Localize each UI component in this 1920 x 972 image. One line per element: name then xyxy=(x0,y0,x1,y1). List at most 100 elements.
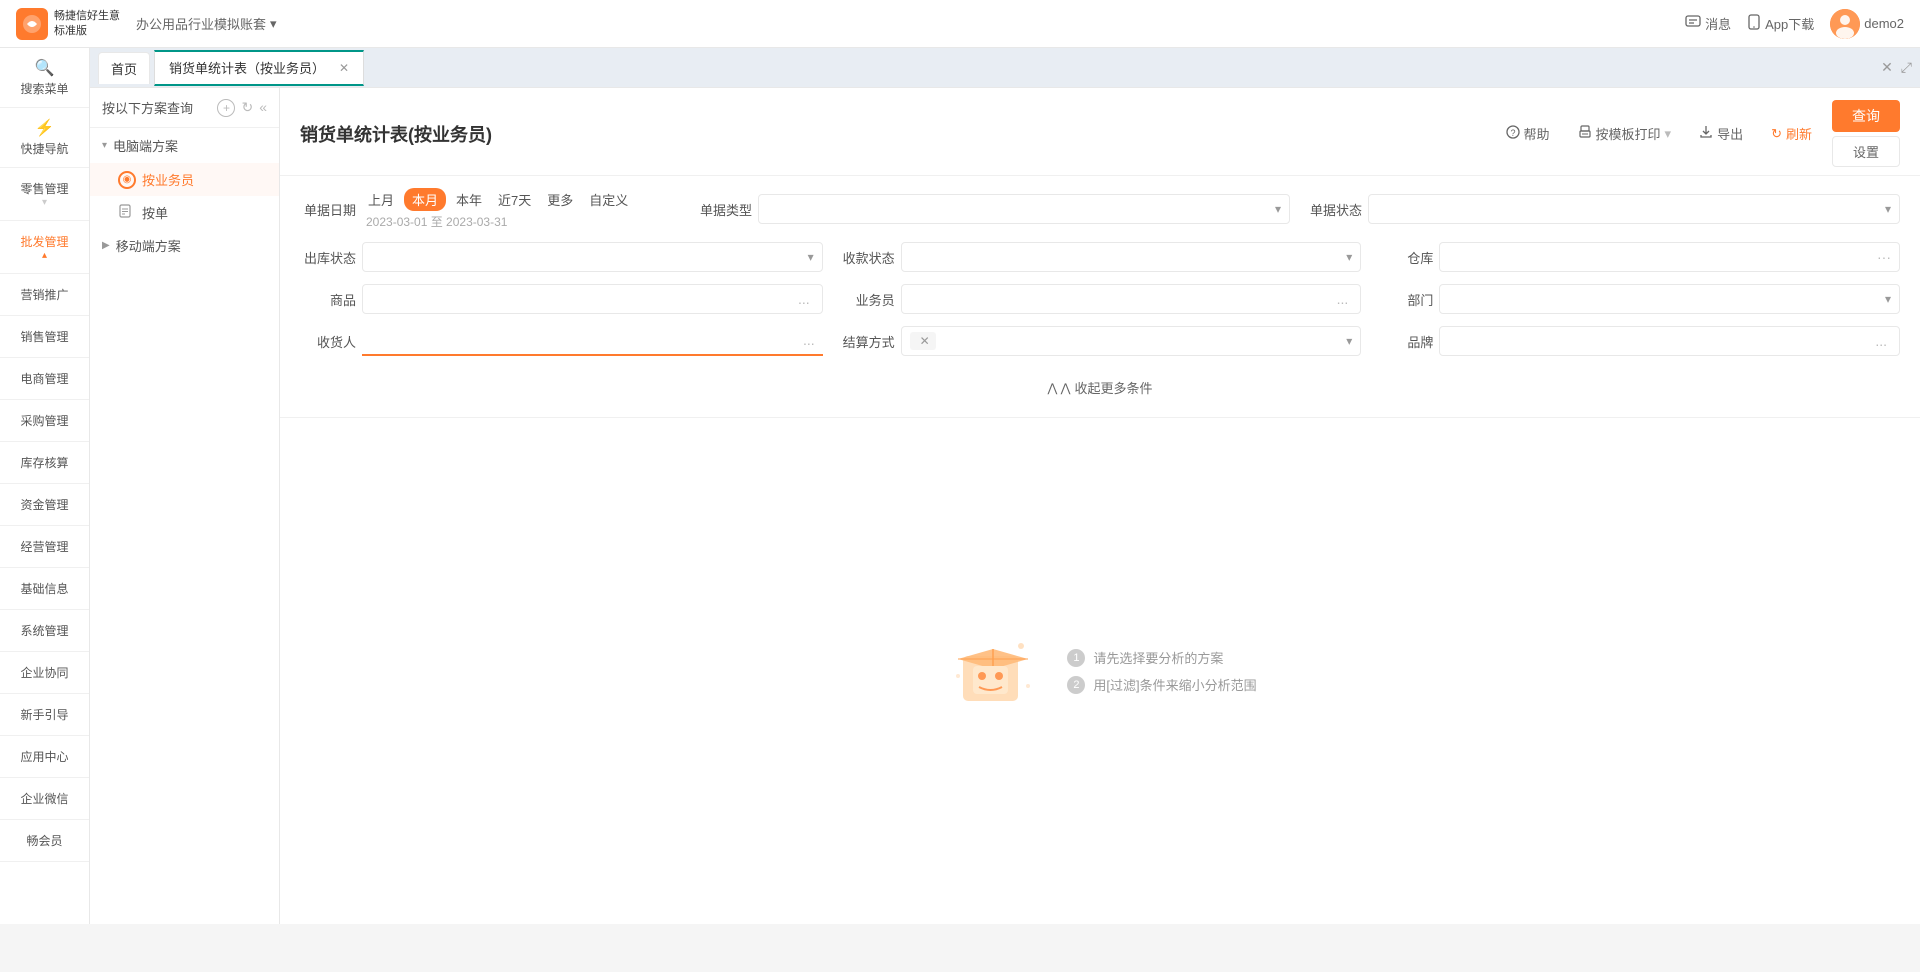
sidebar-item-appcenter[interactable]: 应用中心 xyxy=(0,736,89,778)
left-panel-header: 按以下方案查询 + ↻ « xyxy=(90,88,279,128)
collapse-area: ⋀ ⋀ 收起更多条件 xyxy=(300,366,1900,405)
tab-expand-icon[interactable]: ⤢ xyxy=(1901,59,1912,76)
payment-clear-icon[interactable]: ✕ xyxy=(920,334,930,348)
message-icon xyxy=(1685,14,1701,33)
payment-cell: 结算方式 ✕ ▾ xyxy=(839,326,1362,356)
query-button[interactable]: 查询 xyxy=(1832,100,1900,132)
date-tab-more[interactable]: 更多 xyxy=(541,188,579,211)
collapse-btn[interactable]: ⋀ ⋀ 收起更多条件 xyxy=(1039,370,1160,405)
staff-input[interactable]: ... xyxy=(901,284,1362,314)
warehouse-input[interactable]: ··· xyxy=(1439,242,1900,272)
scheme-by-staff[interactable]: ◉ 按业务员 xyxy=(90,163,279,196)
content-area: 首页 销货单统计表（按业务员） ✕ ✕ ⤢ 按以下方案查询 + ↻ « xyxy=(90,48,1920,924)
bill-status-label: 单据状态 xyxy=(1306,200,1362,219)
tab-close-all-icon[interactable]: ✕ xyxy=(1881,59,1893,76)
brand-input[interactable]: ... xyxy=(1439,326,1900,356)
page-header: 销货单统计表(按业务员) ? 帮助 xyxy=(280,88,1920,176)
sidebar-item-wechat[interactable]: 企业微信 xyxy=(0,778,89,820)
goods-input[interactable]: ... xyxy=(362,284,823,314)
sidebar-item-inventory[interactable]: 库存核算 xyxy=(0,442,89,484)
sidebar-item-finance[interactable]: 资金管理 xyxy=(0,484,89,526)
dept-input[interactable]: ▾ xyxy=(1439,284,1900,314)
receiver-input[interactable]: ... xyxy=(362,326,823,356)
date-tab-thismonth[interactable]: 本月 xyxy=(404,188,446,211)
sidebar-item-system[interactable]: 系统管理 xyxy=(0,610,89,652)
bill-type-input[interactable]: ▾ xyxy=(758,194,1290,224)
out-status-input[interactable]: ▾ xyxy=(362,242,823,272)
print-chevron-icon: ▾ xyxy=(1665,126,1672,142)
brand-cell: 品牌 ... xyxy=(1377,326,1900,356)
add-scheme-icon[interactable]: + xyxy=(217,99,235,117)
goods-label: 商品 xyxy=(300,290,356,309)
template-print-btn[interactable]: 按模板打印 ▾ xyxy=(1570,120,1680,147)
sidebar-item-basic[interactable]: 基础信息 xyxy=(0,568,89,610)
staff-cell: 业务员 ... xyxy=(839,284,1362,314)
desktop-scheme-label: 电脑端方案 xyxy=(113,136,178,155)
mobile-scheme-label: 移动端方案 xyxy=(116,236,181,255)
empty-tip-2: 2 用[过滤]条件来缩小分析范围 xyxy=(1067,675,1256,694)
tip-text-2: 用[过滤]条件来缩小分析范围 xyxy=(1093,675,1256,694)
sidebar-item-wholesale[interactable]: 批发管理 ▴ xyxy=(0,221,89,274)
help-icon: ? xyxy=(1506,125,1520,142)
help-btn[interactable]: ? 帮助 xyxy=(1498,120,1558,147)
tab-sales-stat[interactable]: 销货单统计表（按业务员） ✕ xyxy=(154,50,364,86)
sidebar-item-sales[interactable]: 销售管理 xyxy=(0,316,89,358)
app-selector[interactable]: 办公用品行业模拟账套 ▾ xyxy=(128,10,285,37)
sidebar-item-quicknav[interactable]: ⚡ 快捷导航 xyxy=(0,108,89,168)
refresh-icon: ↻ xyxy=(1771,126,1782,142)
sidebar-item-operation[interactable]: 经营管理 xyxy=(0,526,89,568)
tab-close-icon[interactable]: ✕ xyxy=(339,61,349,75)
top-header: 畅捷信好生意 标准版 办公用品行业模拟账套 ▾ 消息 xyxy=(0,0,1920,48)
sidebar-item-search[interactable]: 🔍 搜索菜单 xyxy=(0,48,89,108)
date-tab-thisyear[interactable]: 本年 xyxy=(450,188,488,211)
sidebar-item-marketing[interactable]: 营销推广 xyxy=(0,274,89,316)
export-btn[interactable]: 导出 xyxy=(1691,120,1751,147)
settings-button[interactable]: 设置 xyxy=(1832,136,1900,167)
sidebar-item-guide[interactable]: 新手引导 xyxy=(0,694,89,736)
tab-controls: ✕ ⤢ xyxy=(1881,59,1912,76)
tip-num-1: 1 xyxy=(1067,649,1085,667)
tree-arrow-right: ▶ xyxy=(102,240,110,251)
mobile-scheme-group[interactable]: ▶ 移动端方案 xyxy=(90,229,279,262)
collapse-panel-icon[interactable]: « xyxy=(259,99,267,117)
tree-arrow-down: ▾ xyxy=(102,140,107,151)
sidebar-item-ecommerce[interactable]: 电商管理 xyxy=(0,358,89,400)
collapse-icon: ⋀ ⋀ xyxy=(1047,381,1070,395)
export-icon xyxy=(1699,125,1713,142)
goods-dots[interactable]: ... xyxy=(794,291,814,307)
filter-row-2: 出库状态 ▾ 收款状态 ▾ xyxy=(300,242,1900,272)
sidebar-item-purchase[interactable]: 采购管理 xyxy=(0,400,89,442)
sidebar-item-member[interactable]: 畅会员 xyxy=(0,820,89,862)
print-icon xyxy=(1578,125,1592,142)
sidebar-item-retail[interactable]: 零售管理 ▾ xyxy=(0,168,89,221)
date-tab-lastmonth[interactable]: 上月 xyxy=(362,188,400,211)
date-tab-7days[interactable]: 近7天 xyxy=(492,188,537,211)
dept-chevron: ▾ xyxy=(1885,292,1891,306)
sidebar-item-enterprise[interactable]: 企业协同 xyxy=(0,652,89,694)
goods-cell: 商品 ... xyxy=(300,284,823,314)
empty-state: 1 请先选择要分析的方案 2 用[过滤]条件来缩小分析范围 xyxy=(280,418,1920,924)
app-download-btn[interactable]: App下载 xyxy=(1747,14,1814,33)
brand-dots[interactable]: ... xyxy=(1871,333,1891,349)
bill-status-cell: 单据状态 ▾ xyxy=(1306,194,1900,224)
desktop-scheme-group[interactable]: ▾ 电脑端方案 xyxy=(90,128,279,163)
refresh-btn[interactable]: ↻ 刷新 xyxy=(1763,120,1820,147)
receiver-dots[interactable]: ... xyxy=(799,332,819,348)
date-tab-custom[interactable]: 自定义 xyxy=(583,188,634,211)
collection-status-chevron: ▾ xyxy=(1346,250,1352,264)
refresh-scheme-icon[interactable]: ↻ xyxy=(241,99,253,117)
user-area[interactable]: demo2 xyxy=(1830,9,1904,39)
payment-input[interactable]: ✕ ▾ xyxy=(901,326,1362,356)
filter-row-4: 收货人 ... 结算方式 ✕ xyxy=(300,326,1900,356)
payment-label: 结算方式 xyxy=(839,332,895,351)
page-actions: ? 帮助 xyxy=(1498,100,1901,167)
tab-home[interactable]: 首页 xyxy=(98,52,150,84)
date-tabs: 上月 本月 本年 近7天 更多 自定义 xyxy=(362,188,634,211)
collection-status-input[interactable]: ▾ xyxy=(901,242,1362,272)
query-settings-group: 查询 设置 xyxy=(1832,100,1900,167)
bill-status-input[interactable]: ▾ xyxy=(1368,194,1900,224)
collection-status-cell: 收款状态 ▾ xyxy=(839,242,1362,272)
staff-dots[interactable]: ... xyxy=(1333,291,1353,307)
scheme-by-bill[interactable]: 按单 xyxy=(90,196,279,229)
message-btn[interactable]: 消息 xyxy=(1685,14,1731,33)
